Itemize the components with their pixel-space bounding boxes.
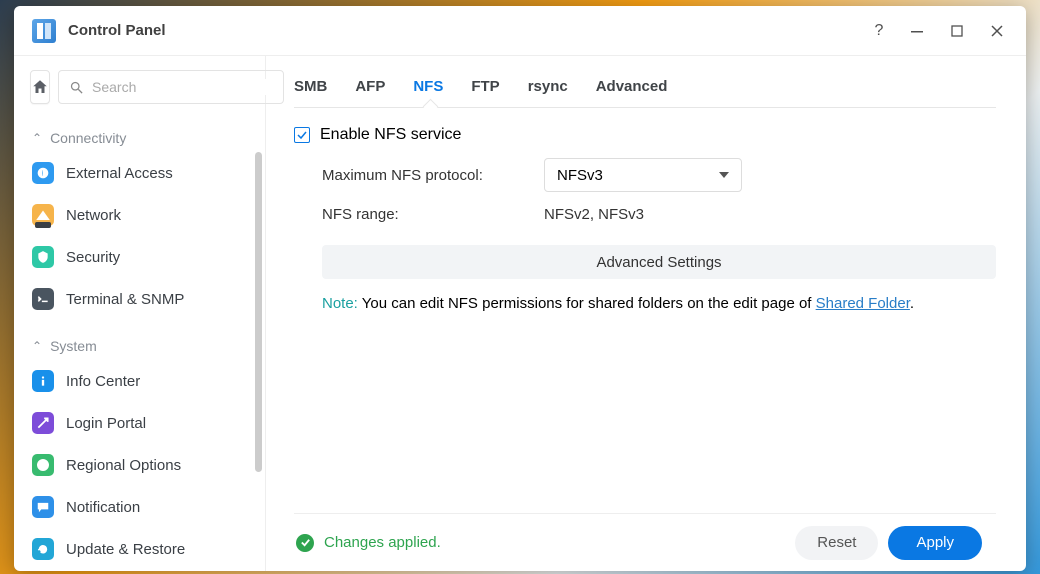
apply-button[interactable]: Apply xyxy=(888,526,982,560)
status-text: Changes applied. xyxy=(324,534,795,551)
sidebar-item-label: Security xyxy=(66,249,120,266)
nfs-range-row: NFS range: NFSv2, NFSv3 xyxy=(294,206,996,223)
home-button[interactable] xyxy=(30,70,50,104)
update-restore-icon xyxy=(32,538,54,560)
sidebar-item-label: Terminal & SNMP xyxy=(66,291,184,308)
terminal-icon xyxy=(32,288,54,310)
checkmark-icon xyxy=(296,129,308,141)
chevron-down-icon xyxy=(719,172,729,178)
enable-nfs-checkbox[interactable] xyxy=(294,127,310,143)
chevron-up-icon: ⌃ xyxy=(32,339,42,353)
sidebar-item-label: Update & Restore xyxy=(66,541,185,558)
advanced-settings-button[interactable]: Advanced Settings xyxy=(322,245,996,279)
info-center-icon xyxy=(32,370,54,392)
section-head-connectivity[interactable]: ⌃ Connectivity xyxy=(14,112,265,152)
window-title: Control Panel xyxy=(68,22,870,39)
tab-bar: SMB AFP NFS FTP rsync Advanced xyxy=(294,74,996,108)
sidebar-item-terminal-snmp[interactable]: Terminal & SNMP xyxy=(14,278,265,320)
sidebar-item-label: Regional Options xyxy=(66,457,181,474)
tab-advanced[interactable]: Advanced xyxy=(596,74,668,107)
external-access-icon xyxy=(32,162,54,184)
sidebar-item-network[interactable]: Network xyxy=(14,194,265,236)
tab-ftp[interactable]: FTP xyxy=(471,74,499,107)
max-protocol-value: NFSv3 xyxy=(557,167,603,184)
nfs-range-value: NFSv2, NFSv3 xyxy=(544,206,644,223)
note-text: You can edit NFS permissions for shared … xyxy=(358,295,816,312)
bottom-bar: Changes applied. Reset Apply xyxy=(294,513,996,571)
status-ok-icon xyxy=(296,534,314,552)
tab-rsync[interactable]: rsync xyxy=(528,74,568,107)
title-bar: Control Panel ? xyxy=(14,6,1026,56)
sidebar: ⌃ Connectivity External Access Network S… xyxy=(14,56,266,571)
main-pane: SMB AFP NFS FTP rsync Advanced Enable NF… xyxy=(266,56,1026,571)
security-icon xyxy=(32,246,54,268)
sidebar-item-label: External Access xyxy=(66,165,173,182)
tab-nfs[interactable]: NFS xyxy=(413,74,443,107)
section-label: System xyxy=(50,338,97,354)
section-head-system[interactable]: ⌃ System xyxy=(14,320,265,360)
control-panel-icon xyxy=(32,19,56,43)
max-protocol-row: Maximum NFS protocol: NFSv3 xyxy=(294,158,996,192)
help-button[interactable]: ? xyxy=(870,22,888,40)
control-panel-window: Control Panel ? xyxy=(14,6,1026,571)
section-label: Connectivity xyxy=(50,130,126,146)
search-input[interactable] xyxy=(92,79,273,95)
login-portal-icon xyxy=(32,412,54,434)
max-protocol-label: Maximum NFS protocol: xyxy=(322,167,544,184)
sidebar-item-label: Network xyxy=(66,207,121,224)
note-prefix: Note: xyxy=(322,295,358,312)
sidebar-scroll[interactable]: ⌃ Connectivity External Access Network S… xyxy=(14,112,265,571)
sidebar-item-notification[interactable]: Notification xyxy=(14,486,265,528)
nfs-range-label: NFS range: xyxy=(322,206,544,223)
sidebar-item-regional-options[interactable]: Regional Options xyxy=(14,444,265,486)
sidebar-item-external-access[interactable]: External Access xyxy=(14,152,265,194)
enable-nfs-row: Enable NFS service xyxy=(294,126,996,144)
network-icon xyxy=(32,204,54,226)
close-button[interactable] xyxy=(990,24,1008,38)
shared-folder-link[interactable]: Shared Folder xyxy=(816,295,910,312)
minimize-button[interactable] xyxy=(910,24,928,38)
note-suffix: . xyxy=(910,295,914,312)
sidebar-item-info-center[interactable]: Info Center xyxy=(14,360,265,402)
sidebar-item-update-restore[interactable]: Update & Restore xyxy=(14,528,265,570)
enable-nfs-label: Enable NFS service xyxy=(320,126,461,144)
sidebar-item-label: Info Center xyxy=(66,373,140,390)
chevron-up-icon: ⌃ xyxy=(32,131,42,145)
tab-afp[interactable]: AFP xyxy=(355,74,385,107)
notification-icon xyxy=(32,496,54,518)
search-icon xyxy=(69,80,84,95)
window-controls: ? xyxy=(870,22,1008,40)
window-body: ⌃ Connectivity External Access Network S… xyxy=(14,56,1026,571)
sidebar-item-login-portal[interactable]: Login Portal xyxy=(14,402,265,444)
regional-options-icon xyxy=(32,454,54,476)
nfs-note: Note: You can edit NFS permissions for s… xyxy=(322,295,996,312)
tab-smb[interactable]: SMB xyxy=(294,74,327,107)
sidebar-item-label: Notification xyxy=(66,499,140,516)
reset-button[interactable]: Reset xyxy=(795,526,878,560)
max-protocol-select[interactable]: NFSv3 xyxy=(544,158,742,192)
sidebar-item-label: Login Portal xyxy=(66,415,146,432)
maximize-button[interactable] xyxy=(950,24,968,38)
sidebar-item-security[interactable]: Security xyxy=(14,236,265,278)
search-box[interactable] xyxy=(58,70,284,104)
